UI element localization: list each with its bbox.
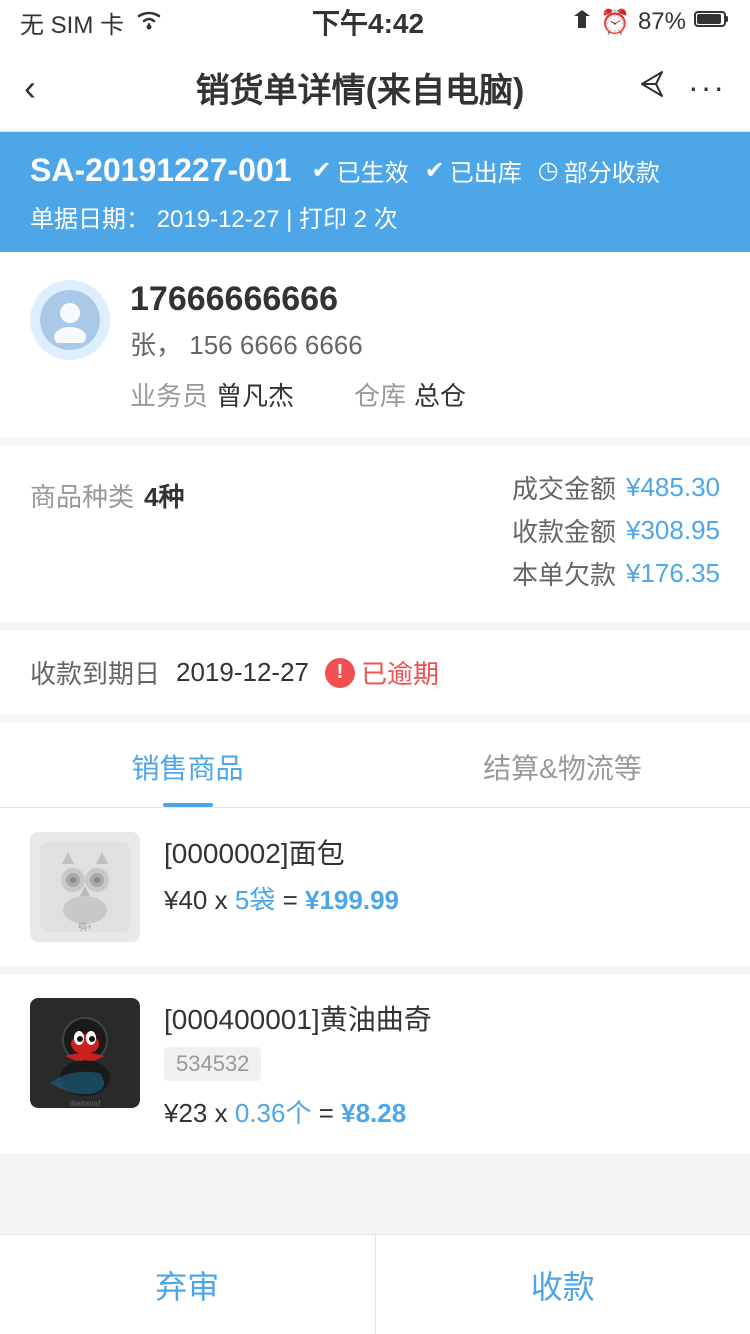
collect-payment-button[interactable]: 收款 — [375, 1235, 750, 1334]
product-sku-2: 534532 — [164, 1047, 261, 1081]
product-list: 鸮+ [0000002]面包 ¥40 x 5袋 = ¥199.99 — [0, 808, 750, 1262]
product-name-2: [000400001]黄油曲奇 — [164, 998, 720, 1038]
cancel-review-button[interactable]: 弃审 — [0, 1235, 375, 1334]
battery-icon — [694, 8, 730, 36]
product-image-placeholder-1: 鸮+ — [30, 832, 140, 942]
customer-avatar — [30, 280, 110, 360]
nav-bar: ‹ 销货单详情(来自电脑) ··· — [0, 44, 750, 132]
debt-amount: 本单欠款 ¥176.35 — [512, 555, 720, 592]
location-icon — [572, 8, 592, 37]
status-bar-right: ⏰ 87% — [572, 8, 730, 37]
bottom-bar: 弃审 收款 — [0, 1234, 750, 1334]
deal-amount: 成交金额 ¥485.30 — [512, 469, 720, 506]
status-bar-time: 下午4:42 — [312, 2, 424, 42]
overdue-icon: ! — [325, 658, 355, 688]
check-icon-2: ✔ — [425, 156, 445, 185]
sim-status: 无 SIM 卡 — [20, 5, 124, 40]
customer-section: 17666666666 张， 156 6666 6666 业务员 曾凡杰 仓库 … — [0, 252, 750, 445]
badge-partial-payment: ◷ 部分收款 — [538, 153, 660, 188]
product-thumbnail-1: 鸮+ — [30, 832, 140, 942]
stats-amounts: 成交金额 ¥485.30 收款金额 ¥308.95 本单欠款 ¥176.35 — [512, 469, 720, 598]
alarm-icon: ⏰ — [600, 8, 630, 37]
overdue-badge: ! 已逾期 — [325, 654, 439, 691]
tab-products[interactable]: 销售商品 — [0, 723, 375, 807]
received-amount: 收款金额 ¥308.95 — [512, 512, 720, 549]
badge-effective: ✔ 已生效 — [312, 153, 409, 188]
list-item: 鸮+ [0000002]面包 ¥40 x 5袋 = ¥199.99 — [0, 808, 750, 966]
page-title: 销货单详情(来自电脑) — [84, 63, 636, 112]
sales-person: 业务员 曾凡杰 — [130, 376, 294, 413]
tab-settlement[interactable]: 结算&物流等 — [375, 723, 750, 807]
product-price-2: ¥23 x 0.36个 = ¥8.28 — [164, 1093, 720, 1130]
check-icon-1: ✔ — [312, 156, 332, 185]
customer-phone: 张， 156 6666 6666 — [130, 325, 720, 362]
tabs: 销售商品 结算&物流等 — [0, 723, 750, 808]
more-icon[interactable]: ··· — [688, 69, 726, 106]
wifi-icon — [134, 8, 164, 37]
nav-actions: ··· — [636, 68, 726, 107]
badge-shipped: ✔ 已出库 — [425, 153, 522, 188]
order-id: SA-20191227-001 — [30, 152, 292, 189]
svg-text:diamond: diamond — [70, 1099, 101, 1108]
stats-section: 商品种类 4种 成交金额 ¥485.30 收款金额 ¥308.95 本单欠款 ¥… — [0, 445, 750, 630]
product-thumbnail-2: diamond — [30, 998, 140, 1108]
share-icon[interactable] — [636, 68, 668, 107]
customer-info: 17666666666 张， 156 6666 6666 业务员 曾凡杰 仓库 … — [130, 280, 720, 413]
product-info-1: [0000002]面包 ¥40 x 5袋 = ¥199.99 — [164, 832, 720, 917]
order-header: SA-20191227-001 ✔ 已生效 ✔ 已出库 ◷ 部分收款 单据日期：… — [0, 132, 750, 252]
product-name-1: [0000002]面包 — [164, 832, 720, 872]
customer-name: 17666666666 — [130, 280, 720, 319]
status-bar: 无 SIM 卡 下午4:42 ⏰ 87% — [0, 0, 750, 44]
order-date: 单据日期： 2019-12-27 | 打印 2 次 — [30, 199, 720, 234]
svg-text:鸮+: 鸮+ — [78, 921, 92, 932]
status-badges: ✔ 已生效 ✔ 已出库 ◷ 部分收款 — [312, 153, 660, 188]
battery-percent: 87% — [638, 8, 686, 36]
back-button[interactable]: ‹ — [24, 67, 84, 109]
customer-meta: 业务员 曾凡杰 仓库 总仓 — [130, 376, 720, 413]
list-item: diamond [000400001]黄油曲奇 534532 ¥23 x 0.3… — [0, 974, 750, 1154]
status-bar-left: 无 SIM 卡 — [20, 5, 164, 40]
warehouse: 仓库 总仓 — [354, 376, 466, 413]
product-price-1: ¥40 x 5袋 = ¥199.99 — [164, 880, 720, 917]
avatar-icon — [40, 290, 100, 350]
due-date-section: 收款到期日 2019-12-27 ! 已逾期 — [0, 630, 750, 723]
product-info-2: [000400001]黄油曲奇 534532 ¥23 x 0.36个 = ¥8.… — [164, 998, 720, 1130]
clock-icon: ◷ — [538, 156, 559, 185]
stats-categories: 商品种类 4种 — [30, 469, 184, 514]
